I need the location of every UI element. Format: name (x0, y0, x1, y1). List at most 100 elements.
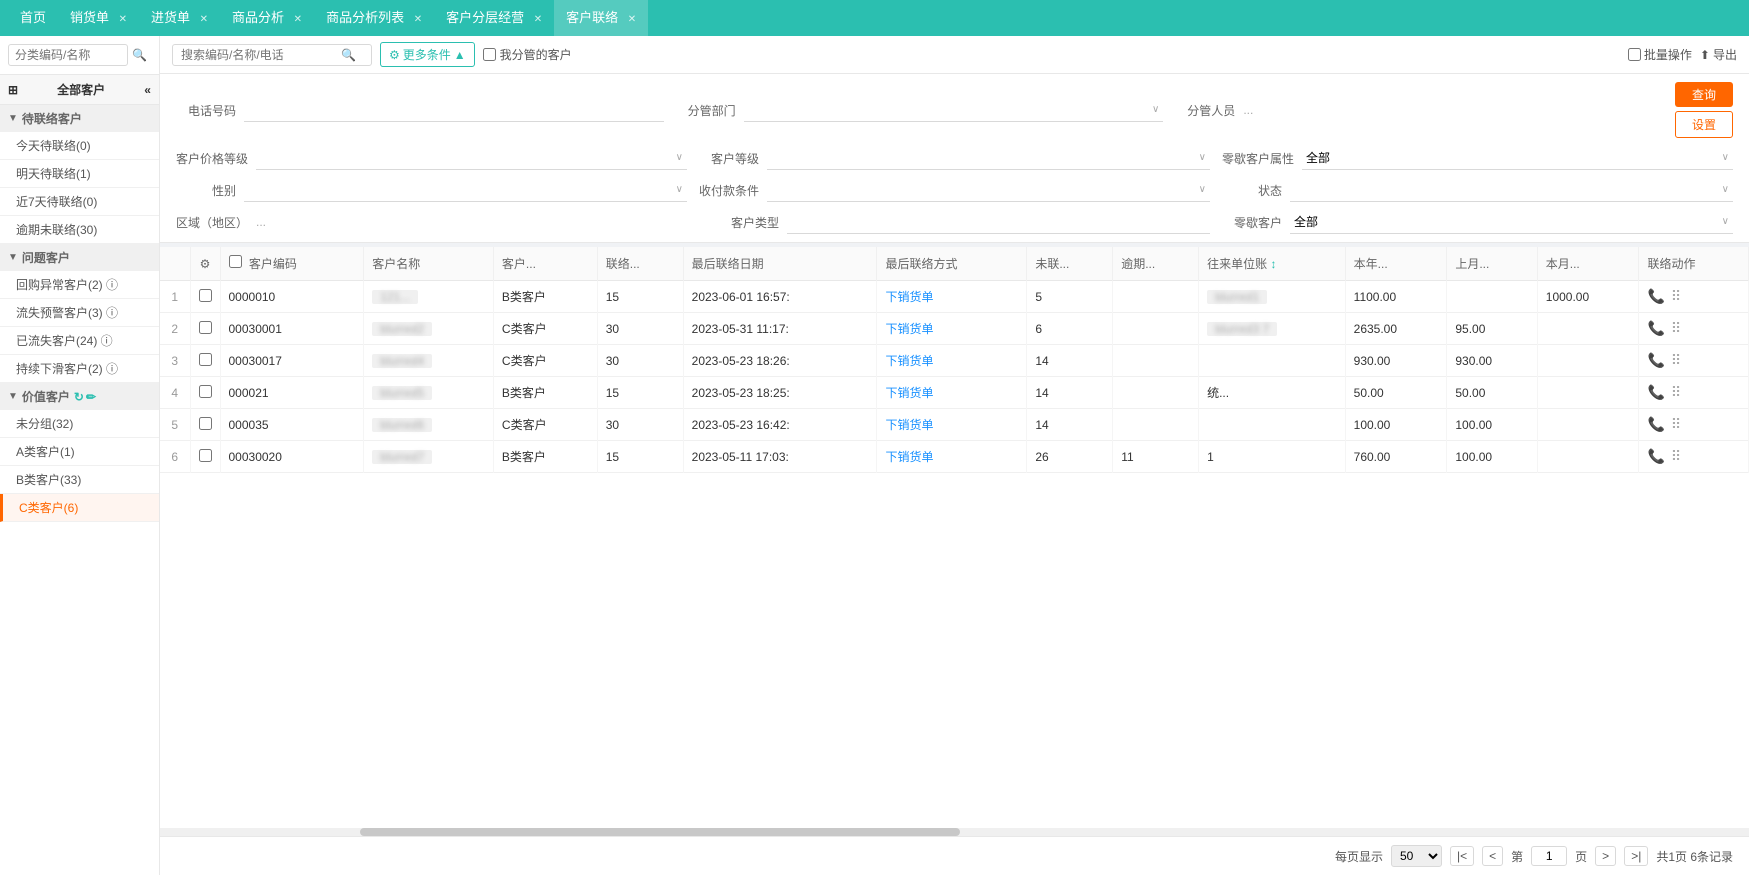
nav-customer-contact[interactable]: 客户联络 ✕ (554, 0, 648, 36)
my-customers-checkbox[interactable] (483, 48, 496, 61)
row-checkbox[interactable] (199, 385, 212, 398)
filter-region-label: 区域（地区） (176, 214, 248, 231)
filter-customer-grade-select[interactable]: ∨ (767, 146, 1210, 170)
row-contact-method-link[interactable]: 下销货单 (885, 386, 933, 400)
sidebar-group-value-edit[interactable]: ✏ (86, 390, 96, 404)
sidebar-group-value[interactable]: ▼ 价值客户 ↻ ✏ (0, 383, 159, 410)
nav-sales-close[interactable]: ✕ (119, 14, 127, 25)
row-action-more-icon[interactable]: ⠿ (1671, 320, 1681, 337)
nav-product-analysis-list[interactable]: 商品分析列表 ✕ (314, 0, 434, 36)
nav-purchase[interactable]: 进货单 ✕ (139, 0, 220, 36)
sidebar-group-pending[interactable]: ▼ 待联络客户 (0, 105, 159, 132)
per-page-select[interactable]: 10 20 50 100 (1391, 845, 1442, 867)
nav-customer-tier[interactable]: 客户分层经营 ✕ (434, 0, 554, 36)
scrollbar-thumb[interactable] (360, 828, 960, 836)
row-checkbox[interactable] (199, 417, 212, 430)
next-page-button[interactable]: > (1595, 846, 1616, 866)
row-this-month: 1000.00 (1537, 281, 1639, 313)
nav-product-analysis-list-close[interactable]: ✕ (414, 14, 422, 25)
row-account (1199, 345, 1346, 377)
row-action-more-icon[interactable]: ⠿ (1671, 384, 1681, 401)
row-contact-method-link[interactable]: 下销货单 (885, 290, 933, 304)
row-contact-method-link[interactable]: 下销货单 (885, 450, 933, 464)
row-code: 000035 (220, 409, 364, 441)
nav-sales[interactable]: 销货单 ✕ (58, 0, 139, 36)
row-checkbox[interactable] (199, 321, 212, 334)
filter-region-dots[interactable]: ... (256, 215, 266, 229)
sidebar-collapse-icon[interactable]: « (144, 83, 151, 97)
first-page-button[interactable]: |< (1450, 846, 1474, 866)
row-action-phone-icon[interactable]: 📞 (1647, 320, 1664, 337)
row-contact-method-link[interactable]: 下销货单 (885, 354, 933, 368)
row-action-phone-icon[interactable]: 📞 (1647, 384, 1664, 401)
sidebar-item-overdue[interactable]: 逾期未联络(30) (0, 216, 159, 244)
sidebar-search-icon[interactable]: 🔍 (132, 48, 147, 62)
nav-purchase-close[interactable]: ✕ (200, 14, 208, 25)
prev-page-button[interactable]: < (1482, 846, 1503, 866)
filter-customer-type-select[interactable] (787, 210, 1210, 234)
sidebar-item-today[interactable]: 今天待联络(0) (0, 132, 159, 160)
filter-department-select[interactable]: ∨ (744, 98, 1164, 122)
sidebar-item-tomorrow[interactable]: 明天待联络(1) (0, 160, 159, 188)
sidebar-group-problem-arrow: ▼ (8, 252, 18, 263)
more-condition-button[interactable]: ⚙ 更多条件 ▲ (380, 42, 475, 67)
row-action-more-icon[interactable]: ⠿ (1671, 448, 1681, 465)
search-input[interactable] (181, 48, 341, 62)
export-button[interactable]: ⬆ 导出 (1700, 46, 1737, 63)
row-uncontacted: 26 (1027, 441, 1113, 473)
row-action-phone-icon[interactable]: 📞 (1647, 416, 1664, 433)
row-num: 3 (160, 345, 190, 377)
row-type: B类客户 (493, 441, 597, 473)
page-input[interactable] (1531, 846, 1567, 866)
row-checkbox[interactable] (199, 353, 212, 366)
sidebar-item-ungrouped[interactable]: 未分组(32) (0, 410, 159, 438)
sidebar-item-c-class[interactable]: C类客户(6) (0, 494, 159, 522)
sidebar-search-input[interactable] (8, 44, 128, 66)
select-all-checkbox[interactable] (229, 255, 242, 268)
nav-home[interactable]: 首页 (8, 0, 58, 36)
filter-status-select[interactable]: ∨ (1290, 178, 1733, 202)
sidebar-item-declining[interactable]: 持续下滑客户(2) ⓘ (0, 355, 159, 383)
filter-payment-select[interactable]: ∨ (767, 178, 1210, 202)
sidebar-item-b-class[interactable]: B类客户(33) (0, 466, 159, 494)
nav-customer-tier-close[interactable]: ✕ (534, 14, 542, 25)
row-contact-method-link[interactable]: 下销货单 (885, 322, 933, 336)
sidebar-group-value-refresh[interactable]: ↻ (74, 390, 84, 404)
filter-retail-attr-select[interactable]: 全部 ∨ (1302, 146, 1733, 170)
sidebar-group-problem[interactable]: ▼ 问题客户 (0, 244, 159, 271)
batch-operation-button[interactable]: 批量操作 (1628, 46, 1692, 63)
nav-customer-contact-close[interactable]: ✕ (628, 14, 636, 25)
sidebar-item-churned[interactable]: 已流失客户(24) ⓘ (0, 327, 159, 355)
setting-button[interactable]: 设置 (1675, 111, 1733, 138)
row-contact-method-link[interactable]: 下销货单 (885, 418, 933, 432)
search-icon[interactable]: 🔍 (341, 48, 356, 62)
last-page-button[interactable]: >| (1624, 846, 1648, 866)
sidebar-item-repurchase-abnormal[interactable]: 回购异常客户(2) ⓘ (0, 271, 159, 299)
my-customers-checkbox-wrap[interactable]: 我分管的客户 (483, 46, 572, 63)
batch-checkbox[interactable] (1628, 48, 1641, 61)
row-action-more-icon[interactable]: ⠿ (1671, 288, 1681, 305)
sidebar-all-customers[interactable]: ⊞ 全部客户 « (0, 75, 159, 105)
table-row: 6 00030020 blurred7 B类客户 15 2023-05-11 1… (160, 441, 1749, 473)
sidebar-item-churn-warning[interactable]: 流失预警客户(3) ⓘ (0, 299, 159, 327)
sidebar-item-a-class[interactable]: A类客户(1) (0, 438, 159, 466)
nav-product-analysis[interactable]: 商品分析 ✕ (220, 0, 314, 36)
nav-product-analysis-close[interactable]: ✕ (294, 14, 302, 25)
filter-retail-customer-select[interactable]: 全部 ∨ (1290, 210, 1733, 234)
horizontal-scrollbar[interactable] (160, 828, 1749, 836)
row-action-more-icon[interactable]: ⠿ (1671, 352, 1681, 369)
filter-manager-dots[interactable]: ... (1243, 103, 1253, 117)
filter-gender-select[interactable]: ∨ (244, 178, 687, 202)
settings-icon[interactable]: ⚙ (200, 257, 211, 271)
filter-phone-input[interactable] (244, 98, 664, 122)
row-checkbox[interactable] (199, 449, 212, 462)
filter-customer-level-select[interactable]: ∨ (256, 146, 687, 170)
row-action-more-icon[interactable]: ⠿ (1671, 416, 1681, 433)
row-action-phone-icon[interactable]: 📞 (1647, 448, 1664, 465)
row-action-phone-icon[interactable]: 📞 (1647, 352, 1664, 369)
row-account: blurred1 (1199, 281, 1346, 313)
row-checkbox[interactable] (199, 289, 212, 302)
query-button[interactable]: 查询 (1675, 82, 1733, 107)
sidebar-item-7days[interactable]: 近7天待联络(0) (0, 188, 159, 216)
row-action-phone-icon[interactable]: 📞 (1647, 288, 1664, 305)
